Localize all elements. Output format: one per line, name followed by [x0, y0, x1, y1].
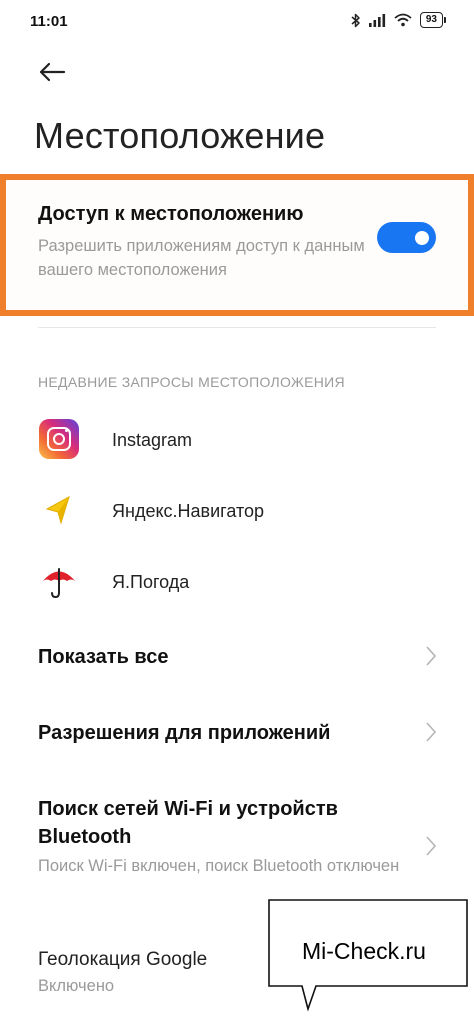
location-access-title: Доступ к местоположению: [38, 203, 304, 225]
app-name: Я.Погода: [112, 572, 190, 592]
recent-requests-header: НЕДАВНИЕ ЗАПРОСЫ МЕСТОПОЛОЖЕНИЯ: [38, 374, 345, 390]
umbrella-icon: [43, 568, 75, 599]
app-name: Яндекс.Навигатор: [112, 501, 265, 521]
page-title: Местоположение: [34, 115, 326, 156]
show-all-label: Показать все: [38, 646, 169, 668]
app-permissions-row[interactable]: Разрешения для приложений: [0, 706, 474, 762]
back-button[interactable]: [32, 52, 72, 92]
location-access-subtitle: Разрешить приложениям доступ к данным ва…: [38, 237, 365, 279]
google-location-subtitle: Включено: [38, 977, 115, 995]
chevron-right-icon: [426, 722, 437, 742]
navigator-arrow-icon: [45, 495, 70, 525]
recent-app-instagram[interactable]: Instagram: [0, 410, 474, 470]
google-location-title: Геолокация Google: [38, 949, 208, 970]
battery-level: 93: [419, 12, 443, 28]
recent-app-navigator[interactable]: Яндекс.Навигатор: [0, 481, 474, 541]
instagram-icon: [39, 419, 79, 459]
bluetooth-icon: [351, 13, 360, 27]
arrow-left-icon: [39, 62, 66, 82]
status-icons: 93: [351, 12, 446, 28]
wifi-bluetooth-scan-row[interactable]: Поиск сетей Wi-Fi и устройств Bluetooth …: [0, 790, 474, 902]
status-bar: 11:01 93: [0, 0, 474, 44]
wifi-icon: [394, 13, 412, 27]
signal-icon: [368, 14, 385, 27]
status-time: 11:01: [30, 13, 68, 30]
wifi-scan-subtitle: Поиск Wi-Fi включен, поиск Bluetooth отк…: [38, 857, 400, 875]
chevron-right-icon: [426, 836, 437, 856]
show-all-row[interactable]: Показать все: [0, 630, 474, 686]
location-access-toggle[interactable]: [377, 222, 436, 253]
watermark-text: Mi-Check.ru: [302, 938, 426, 964]
app-name: Instagram: [112, 430, 193, 450]
recent-app-weather[interactable]: Я.Погода: [0, 552, 474, 612]
battery-icon: 93: [419, 12, 446, 28]
divider: [38, 327, 436, 328]
wifi-scan-title: Поиск сетей Wi-Fi и устройств Bluetooth: [38, 798, 338, 848]
toggle-knob: [415, 230, 429, 245]
app-permissions-label: Разрешения для приложений: [38, 722, 331, 744]
chevron-right-icon: [426, 646, 437, 666]
